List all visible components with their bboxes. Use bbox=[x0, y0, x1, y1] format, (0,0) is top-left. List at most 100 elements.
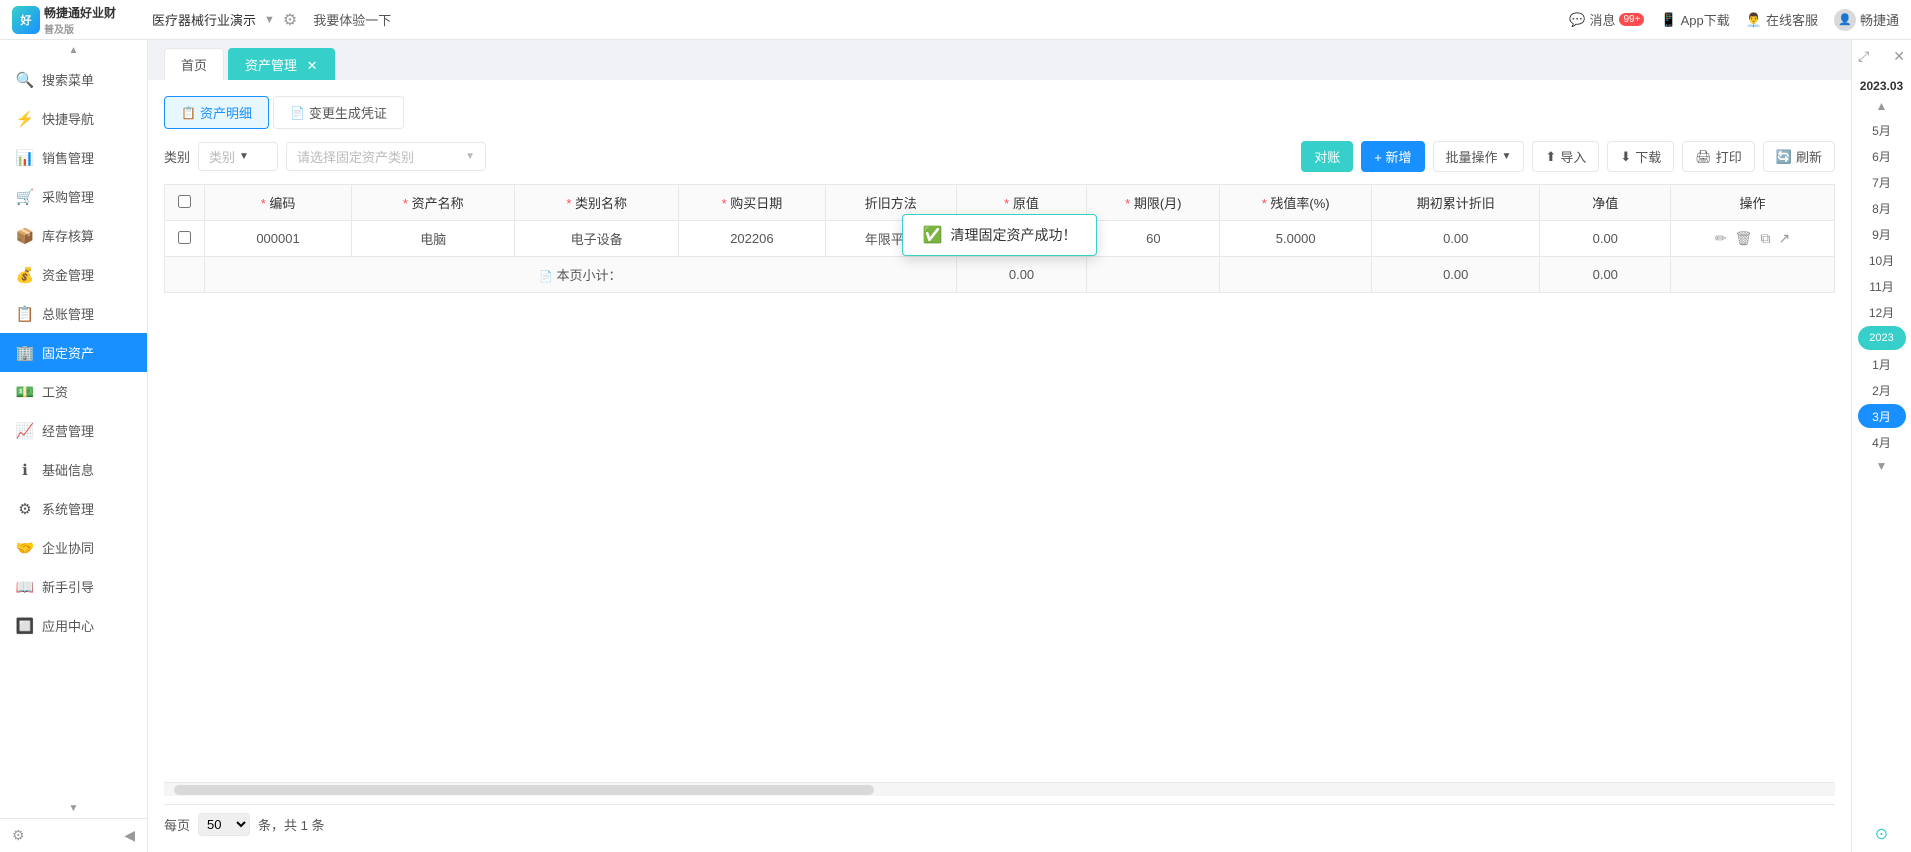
month-item-8[interactable]: 8月 bbox=[1858, 196, 1906, 220]
col-checkbox bbox=[165, 185, 205, 221]
col-action-header: 操作 bbox=[1671, 185, 1835, 221]
row-net-cell: 0.00 bbox=[1540, 221, 1671, 257]
user-name: 畅捷通 bbox=[1860, 10, 1899, 29]
service-icon: 👨‍💼 bbox=[1746, 12, 1762, 28]
category-select-value: 类别 bbox=[209, 147, 235, 166]
panel-scroll-down[interactable]: ▼ bbox=[1876, 459, 1888, 473]
col-category-header: 类别名称 bbox=[515, 185, 678, 221]
sidebar-item-search[interactable]: 🔍 搜索菜单 bbox=[0, 60, 147, 99]
sub-tab-detail-label: 资产明细 bbox=[200, 103, 252, 122]
sidebar-item-sales[interactable]: 📊 销售管理 bbox=[0, 138, 147, 177]
tab-assets-label: 资产管理 bbox=[245, 58, 297, 73]
per-page-label: 每页 bbox=[164, 815, 190, 834]
panel-scroll-up[interactable]: ▲ bbox=[1876, 99, 1888, 113]
category-filter-input[interactable]: 请选择固定资产类别 ▼ bbox=[286, 142, 486, 171]
sidebar-item-salary[interactable]: 💵 工资 bbox=[0, 372, 147, 411]
reconcile-button[interactable]: 对账 bbox=[1301, 141, 1353, 172]
online-service-btn[interactable]: 👨‍💼 在线客服 bbox=[1746, 10, 1818, 29]
month-item-4[interactable]: 4月 bbox=[1858, 430, 1906, 454]
panel-bottom-icon[interactable]: ⊙ bbox=[1875, 824, 1888, 844]
category-input-arrow: ▼ bbox=[465, 151, 475, 162]
tab-assets[interactable]: 资产管理 ✕ bbox=[228, 48, 335, 80]
sidebar-item-inventory[interactable]: 📦 库存核算 bbox=[0, 216, 147, 255]
row-checkbox[interactable] bbox=[178, 231, 191, 244]
subtotal-original-cell: 0.00 bbox=[956, 257, 1087, 293]
message-btn[interactable]: 💬 消息 99+ bbox=[1569, 10, 1644, 29]
panel-close-icon[interactable]: ✕ bbox=[1893, 48, 1905, 69]
tab-close-icon[interactable]: ✕ bbox=[307, 58, 318, 73]
sidebar-item-operations[interactable]: 📈 经营管理 bbox=[0, 411, 147, 450]
panel-expand-icon[interactable]: ⤢ bbox=[1858, 48, 1869, 65]
refresh-button[interactable]: 🔄 刷新 bbox=[1763, 141, 1835, 172]
company-name[interactable]: 医疗器械行业演示 bbox=[152, 10, 256, 29]
experience-btn[interactable]: 我要体验一下 bbox=[313, 10, 391, 29]
batch-button[interactable]: 批量操作 ▼ bbox=[1433, 141, 1525, 172]
sidebar-scroll-up[interactable]: ▲ bbox=[0, 40, 147, 60]
tab-home[interactable]: 首页 bbox=[164, 48, 224, 80]
app-logo: 好 畅捷通好业财 普及版 bbox=[12, 4, 152, 36]
category-filter-placeholder: 请选择固定资产类别 bbox=[297, 147, 414, 166]
category-filter-label: 类别 bbox=[164, 147, 190, 166]
delete-icon[interactable]: 🗑 bbox=[1735, 230, 1753, 247]
month-item-1[interactable]: 1月 bbox=[1858, 352, 1906, 376]
sidebar-item-label: 新手引导 bbox=[42, 577, 94, 596]
sidebar-item-guide[interactable]: 📖 新手引导 bbox=[0, 567, 147, 606]
category-filter-select[interactable]: 类别 ▼ bbox=[198, 142, 278, 171]
sidebar-item-apps[interactable]: 🔲 应用中心 bbox=[0, 606, 147, 645]
settings-icon[interactable]: ⚙ bbox=[283, 10, 297, 30]
edit-icon[interactable]: ✏ bbox=[1715, 230, 1727, 247]
select-all-checkbox[interactable] bbox=[178, 195, 191, 208]
subtotal-label-cell: 📄 本页小计： bbox=[205, 257, 957, 293]
print-button[interactable]: 🖨 打印 bbox=[1682, 141, 1755, 172]
sub-tab-voucher[interactable]: 📄 变更生成凭证 bbox=[273, 96, 404, 129]
month-item-3-current[interactable]: 3月 bbox=[1858, 404, 1906, 428]
sidebar-item-ledger[interactable]: 📋 总账管理 bbox=[0, 294, 147, 333]
month-item-5[interactable]: 5月 bbox=[1858, 118, 1906, 142]
company-dropdown-icon[interactable]: ▼ bbox=[264, 14, 275, 26]
month-item-2[interactable]: 2月 bbox=[1858, 378, 1906, 402]
month-item-6[interactable]: 6月 bbox=[1858, 144, 1906, 168]
subtotal-row: 📄 本页小计： 0.00 0.00 0.00 bbox=[165, 257, 1835, 293]
sidebar-item-enterprise[interactable]: 🤝 企业协同 bbox=[0, 528, 147, 567]
sidebar-item-label: 库存核算 bbox=[42, 226, 94, 245]
scrollbar-thumb[interactable] bbox=[174, 785, 874, 795]
month-item-12[interactable]: 12月 bbox=[1858, 300, 1906, 324]
month-item-11[interactable]: 11月 bbox=[1858, 274, 1906, 298]
month-item-9[interactable]: 9月 bbox=[1858, 222, 1906, 246]
add-button[interactable]: + 新增 bbox=[1361, 141, 1424, 172]
enterprise-icon: 🤝 bbox=[16, 539, 34, 557]
refresh-icon: 🔄 bbox=[1776, 149, 1792, 165]
row-code-cell: 000001 bbox=[205, 221, 352, 257]
sidebar-item-label: 总账管理 bbox=[42, 304, 94, 323]
app-name: 畅捷通好业财 bbox=[44, 4, 116, 21]
app-download-btn[interactable]: 📱 App下载 bbox=[1660, 10, 1729, 29]
year-label-2023: 2023 bbox=[1858, 326, 1906, 350]
month-item-10[interactable]: 10月 bbox=[1858, 248, 1906, 272]
app-download-label: App下载 bbox=[1681, 10, 1730, 29]
import-button[interactable]: ⬆ 导入 bbox=[1532, 141, 1599, 172]
user-profile-btn[interactable]: 👤 畅捷通 bbox=[1834, 9, 1899, 31]
sidebar-collapse-icon[interactable]: ◀ bbox=[124, 827, 135, 844]
sidebar-settings-icon[interactable]: ⚙ bbox=[12, 827, 25, 844]
sidebar-item-basic[interactable]: ℹ 基础信息 bbox=[0, 450, 147, 489]
more-icon[interactable]: ↗ bbox=[1778, 230, 1790, 247]
download-button[interactable]: ⬇ 下载 bbox=[1607, 141, 1674, 172]
sidebar-scroll-down[interactable]: ▼ bbox=[0, 798, 147, 818]
sub-tab-detail[interactable]: 📋 资产明细 bbox=[164, 96, 269, 129]
sidebar-item-system[interactable]: ⚙ 系统管理 bbox=[0, 489, 147, 528]
horizontal-scrollbar[interactable] bbox=[164, 782, 1835, 796]
sidebar-item-label: 系统管理 bbox=[42, 499, 94, 518]
app-download-icon: 📱 bbox=[1660, 12, 1676, 28]
sidebar-item-label: 固定资产 bbox=[42, 343, 94, 362]
sidebar-item-quicknav[interactable]: ⚡ 快捷导航 bbox=[0, 99, 147, 138]
page-size-select[interactable]: 50 20 100 200 bbox=[198, 813, 250, 836]
online-service-label: 在线客服 bbox=[1766, 10, 1818, 29]
logo-icon: 好 bbox=[12, 6, 40, 34]
month-item-7[interactable]: 7月 bbox=[1858, 170, 1906, 194]
sidebar-item-assets[interactable]: 🏢 固定资产 bbox=[0, 333, 147, 372]
copy-icon[interactable]: ⧉ bbox=[1760, 230, 1770, 247]
sidebar-item-finance[interactable]: 💰 资金管理 bbox=[0, 255, 147, 294]
topbar-right: 💬 消息 99+ 📱 App下载 👨‍💼 在线客服 👤 畅捷通 bbox=[1569, 9, 1899, 31]
col-code-header: 编码 bbox=[205, 185, 352, 221]
sidebar-item-purchase[interactable]: 🛒 采购管理 bbox=[0, 177, 147, 216]
